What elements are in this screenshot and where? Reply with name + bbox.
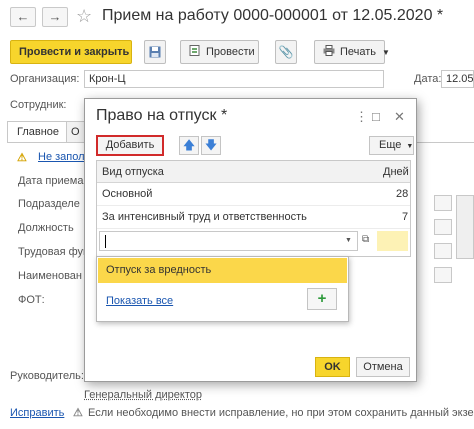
- arrow-down-icon: 🡇: [204, 138, 218, 152]
- fix-note: Если необходимо внести исправление, но п…: [88, 407, 474, 419]
- row-type: За интенсивный труд и ответственность: [102, 211, 307, 223]
- warning-link[interactable]: Не запол: [38, 151, 85, 163]
- row-days: 28: [396, 188, 409, 200]
- maximize-icon[interactable]: □: [372, 109, 380, 124]
- printer-icon: [323, 45, 335, 56]
- chevron-down-icon: ▼: [406, 143, 414, 150]
- arrow-up-icon: 🡅: [182, 138, 196, 152]
- side-scrollbar[interactable]: [456, 195, 474, 259]
- choice-dropdown: Отпуск за вредность Показать все +: [96, 256, 349, 322]
- move-down-button[interactable]: 🡇: [201, 136, 221, 155]
- warning-icon: ⚠: [17, 152, 27, 164]
- add-button[interactable]: Добавить: [96, 135, 164, 156]
- chevron-down-icon: ▼: [382, 48, 390, 57]
- labor-function-select[interactable]: [434, 243, 452, 259]
- tab-main[interactable]: Главное: [7, 121, 70, 143]
- organization-label: Организация:: [10, 73, 80, 85]
- table-row-editing[interactable]: ▼ ⧉: [97, 229, 410, 253]
- more-label: Еще: [379, 139, 402, 151]
- save-icon: [149, 46, 161, 58]
- forward-button[interactable]: →: [42, 7, 68, 27]
- post-and-close-label: Провести и закрыть: [19, 46, 130, 58]
- table-header: Вид отпуска Дней: [97, 161, 410, 183]
- post-document-icon: [189, 45, 200, 56]
- cancel-label: Отмена: [363, 361, 403, 373]
- chevron-down-icon[interactable]: ▼: [345, 237, 352, 244]
- show-all-link[interactable]: Показать все: [106, 295, 173, 307]
- arrow-right-icon: →: [48, 9, 62, 24]
- date-label: Дата:: [414, 73, 442, 85]
- salary-label: ФОТ:: [18, 294, 45, 306]
- move-up-button[interactable]: 🡅: [179, 136, 199, 155]
- vacation-type-input[interactable]: ▼: [99, 231, 358, 251]
- row-days: 7: [402, 211, 409, 223]
- days-input[interactable]: [377, 231, 408, 251]
- text-caret: [105, 235, 106, 248]
- column-header-type[interactable]: Вид отпуска: [102, 166, 164, 178]
- table-row[interactable]: За интенсивный труд и ответственность 7: [97, 206, 410, 229]
- paperclip-icon: 📎: [278, 45, 294, 59]
- column-header-days[interactable]: Дней: [383, 166, 409, 178]
- post-button[interactable]: Провести: [180, 40, 259, 64]
- close-icon[interactable]: ✕: [394, 109, 405, 125]
- manager-label: Руководитель:: [10, 370, 84, 382]
- employee-label: Сотрудник:: [10, 99, 67, 111]
- department-select[interactable]: [434, 195, 452, 211]
- create-new-button[interactable]: +: [307, 288, 337, 310]
- position-label: Должность: [18, 222, 74, 234]
- attach-button[interactable]: 📎: [275, 40, 297, 64]
- print-label: Печать: [340, 46, 377, 58]
- tab-other[interactable]: О: [66, 121, 85, 143]
- tab-main-label: Главное: [17, 126, 60, 138]
- position-select[interactable]: [434, 219, 452, 235]
- more-options-icon[interactable]: ⋮: [355, 109, 368, 125]
- cancel-button[interactable]: Отмена: [356, 357, 410, 377]
- window-title: Прием на работу 0000-000001 от 12.05.202…: [102, 7, 444, 24]
- vacation-rights-dialog: Право на отпуск * ⋮ □ ✕ Добавить 🡅 🡇 Еще…: [84, 98, 417, 382]
- post-and-close-button[interactable]: Провести и закрыть: [10, 40, 132, 64]
- row-type: Основной: [102, 188, 153, 200]
- vacation-table: Вид отпуска Дней Основной 28 За интенсив…: [96, 160, 411, 257]
- info-icon: ⚠: [73, 407, 83, 419]
- dialog-title: Право на отпуск *: [96, 107, 228, 124]
- add-label: Добавить: [105, 139, 155, 151]
- manager-position: Генеральный директор: [84, 389, 202, 401]
- open-icon[interactable]: ⧉: [362, 234, 369, 245]
- name-select[interactable]: [434, 267, 452, 283]
- dropdown-item[interactable]: Отпуск за вредность: [98, 258, 347, 283]
- plus-icon: +: [317, 290, 327, 307]
- post-label: Провести: [206, 46, 255, 58]
- ok-label: OK: [324, 361, 341, 373]
- favorite-star-icon[interactable]: ☆: [76, 6, 92, 27]
- fix-link[interactable]: Исправить: [10, 407, 64, 419]
- back-button[interactable]: ←: [10, 7, 36, 27]
- department-label: Подразделе: [18, 198, 80, 210]
- table-row[interactable]: Основной 28: [97, 183, 410, 206]
- ok-button[interactable]: OK: [315, 357, 350, 377]
- toolbar: Провести и закрыть Провести 📎 Печать ▼: [0, 40, 474, 66]
- arrow-left-icon: ←: [16, 9, 30, 24]
- save-button[interactable]: [144, 40, 166, 64]
- organization-field[interactable]: Крон-Ц: [84, 70, 384, 88]
- more-button[interactable]: Еще ▼: [369, 136, 414, 155]
- hire-date-label: Дата приема: [18, 175, 84, 187]
- tab-other-label: О: [71, 126, 80, 138]
- date-field[interactable]: 12.05.2: [441, 70, 474, 88]
- labor-function-label: Трудовая фун: [18, 246, 90, 258]
- top-bar: ← → ☆ Прием на работу 0000-000001 от 12.…: [0, 0, 474, 34]
- print-button[interactable]: Печать ▼: [314, 40, 390, 64]
- name-label: Наименован: [18, 270, 82, 282]
